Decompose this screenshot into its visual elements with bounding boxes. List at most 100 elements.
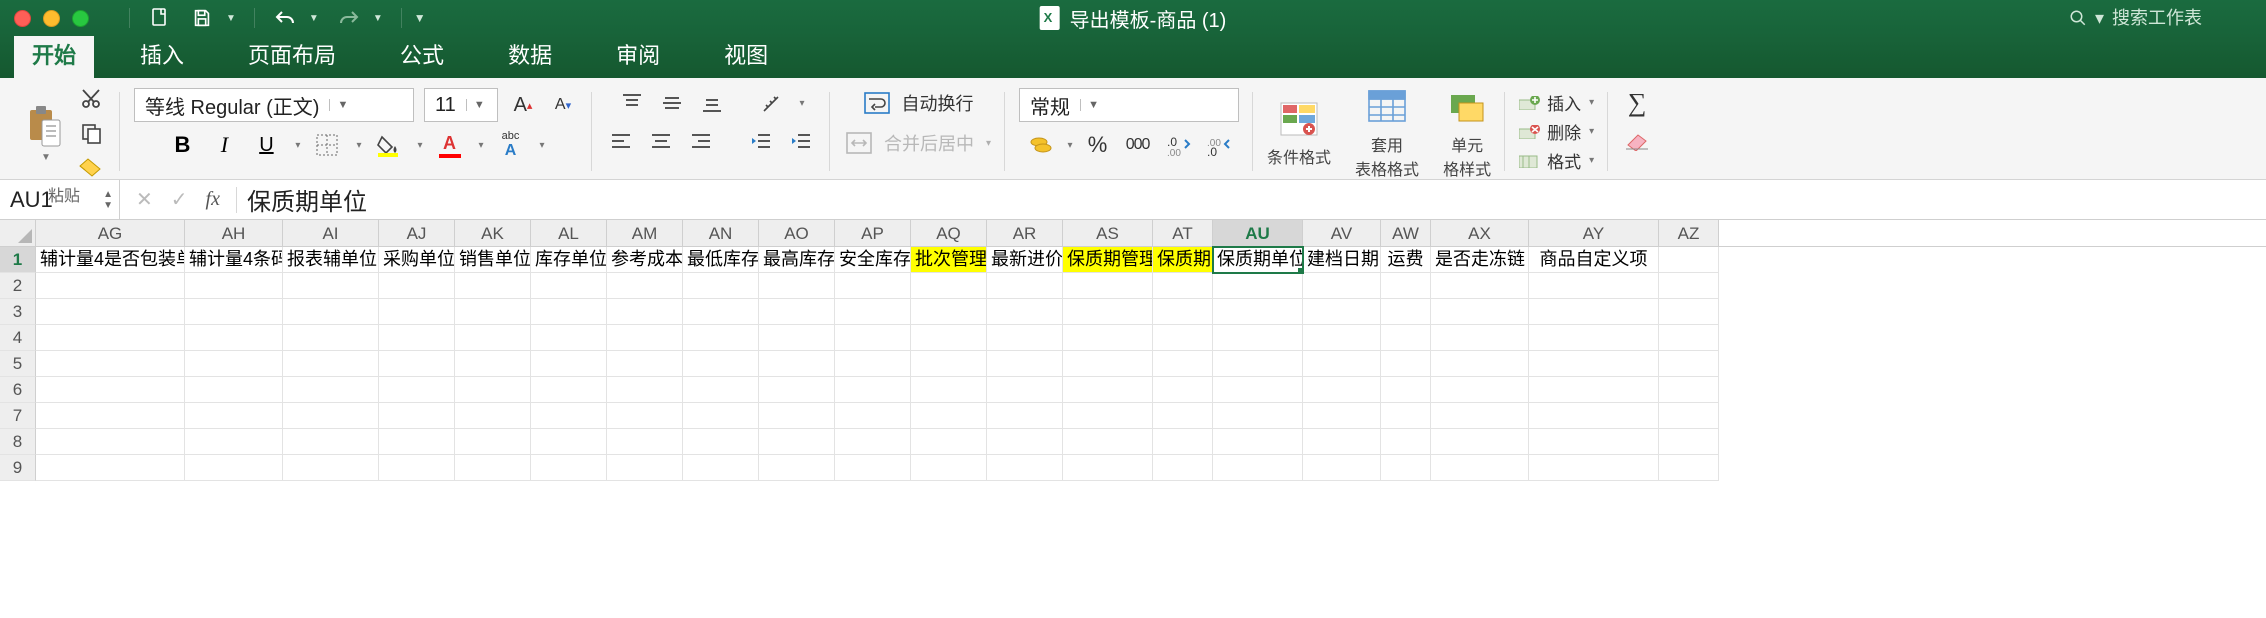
- cell-AI6[interactable]: [283, 377, 379, 403]
- number-format-combo[interactable]: 常规▼: [1019, 88, 1239, 122]
- cell-AJ7[interactable]: [379, 403, 455, 429]
- save-dropdown-icon[interactable]: ▼: [226, 13, 236, 24]
- cell-AU4[interactable]: [1213, 325, 1303, 351]
- cell-AQ5[interactable]: [911, 351, 987, 377]
- format-painter-icon[interactable]: [76, 152, 106, 182]
- column-header-AY[interactable]: AY: [1529, 220, 1659, 246]
- cell-AL6[interactable]: [531, 377, 607, 403]
- cell-AR3[interactable]: [987, 299, 1063, 325]
- column-header-AP[interactable]: AP: [835, 220, 911, 246]
- cell-AW3[interactable]: [1381, 299, 1431, 325]
- cell-AY1[interactable]: 商品自定义项: [1529, 247, 1659, 273]
- cell-AS7[interactable]: [1063, 403, 1153, 429]
- cell-AN8[interactable]: [683, 429, 759, 455]
- column-header-AW[interactable]: AW: [1381, 220, 1431, 246]
- column-header-AX[interactable]: AX: [1431, 220, 1529, 246]
- cell-AG1[interactable]: 辅计量4是否包装单位: [36, 247, 185, 273]
- cell-AN5[interactable]: [683, 351, 759, 377]
- cell-AR6[interactable]: [987, 377, 1063, 403]
- cell-AN2[interactable]: [683, 273, 759, 299]
- cell-AQ3[interactable]: [911, 299, 987, 325]
- cell-AQ4[interactable]: [911, 325, 987, 351]
- cell-AK4[interactable]: [455, 325, 531, 351]
- cell-AW2[interactable]: [1381, 273, 1431, 299]
- cell-AT4[interactable]: [1153, 325, 1213, 351]
- cell-AV5[interactable]: [1303, 351, 1381, 377]
- cell-AI2[interactable]: [283, 273, 379, 299]
- percent-icon[interactable]: %: [1083, 130, 1113, 160]
- cell-AV4[interactable]: [1303, 325, 1381, 351]
- cell-AM1[interactable]: 参考成本: [607, 247, 683, 273]
- currency-icon[interactable]: [1026, 130, 1056, 160]
- cell-AH8[interactable]: [185, 429, 283, 455]
- cell-AO6[interactable]: [759, 377, 835, 403]
- cell-AN4[interactable]: [683, 325, 759, 351]
- cell-AM2[interactable]: [607, 273, 683, 299]
- cell-AU6[interactable]: [1213, 377, 1303, 403]
- close-window-button[interactable]: [14, 10, 31, 27]
- cell-AM5[interactable]: [607, 351, 683, 377]
- cell-AQ9[interactable]: [911, 455, 987, 481]
- increase-indent-icon[interactable]: [786, 126, 816, 156]
- phonetic-button[interactable]: abcA: [496, 130, 526, 160]
- cell-AI1[interactable]: 报表辅单位: [283, 247, 379, 273]
- tab-formulas[interactable]: 公式: [382, 32, 462, 78]
- cell-AQ1[interactable]: 批次管理: [911, 247, 987, 273]
- cell-AR8[interactable]: [987, 429, 1063, 455]
- cell-AI3[interactable]: [283, 299, 379, 325]
- cell-AX1[interactable]: 是否走冻链: [1431, 247, 1529, 273]
- cell-AK6[interactable]: [455, 377, 531, 403]
- cell-AW5[interactable]: [1381, 351, 1431, 377]
- cell-AU7[interactable]: [1213, 403, 1303, 429]
- italic-button[interactable]: I: [209, 130, 239, 160]
- cell-AJ3[interactable]: [379, 299, 455, 325]
- cell-AK2[interactable]: [455, 273, 531, 299]
- cell-AY3[interactable]: [1529, 299, 1659, 325]
- borders-button[interactable]: [312, 130, 342, 160]
- cell-AP1[interactable]: 安全库存: [835, 247, 911, 273]
- column-header-AU[interactable]: AU: [1213, 220, 1303, 246]
- insert-cells-button[interactable]: 插入▾: [1519, 90, 1594, 115]
- cell-AT9[interactable]: [1153, 455, 1213, 481]
- wrap-text-label[interactable]: 自动换行: [902, 90, 974, 116]
- cell-AH9[interactable]: [185, 455, 283, 481]
- cell-AU5[interactable]: [1213, 351, 1303, 377]
- zoom-window-button[interactable]: [72, 10, 89, 27]
- format-as-table-button[interactable]: 套用 表格格式: [1355, 84, 1419, 180]
- cell-AT8[interactable]: [1153, 429, 1213, 455]
- align-right-icon[interactable]: [686, 126, 716, 156]
- cell-AH2[interactable]: [185, 273, 283, 299]
- column-header-AK[interactable]: AK: [455, 220, 531, 246]
- cell-AI9[interactable]: [283, 455, 379, 481]
- cell-AL2[interactable]: [531, 273, 607, 299]
- cell-AP3[interactable]: [835, 299, 911, 325]
- cell-AL1[interactable]: 库存单位: [531, 247, 607, 273]
- cell-AI4[interactable]: [283, 325, 379, 351]
- undo-icon[interactable]: [273, 6, 297, 30]
- column-header-AN[interactable]: AN: [683, 220, 759, 246]
- cell-AM3[interactable]: [607, 299, 683, 325]
- cell-AI8[interactable]: [283, 429, 379, 455]
- tab-page-layout[interactable]: 页面布局: [230, 32, 354, 78]
- cell-AO7[interactable]: [759, 403, 835, 429]
- minimize-window-button[interactable]: [43, 10, 60, 27]
- new-file-icon[interactable]: [148, 6, 172, 30]
- cell-AG2[interactable]: [36, 273, 185, 299]
- cell-AL9[interactable]: [531, 455, 607, 481]
- cell-AG9[interactable]: [36, 455, 185, 481]
- cell-AU9[interactable]: [1213, 455, 1303, 481]
- redo-dropdown-icon[interactable]: ▼: [373, 13, 383, 24]
- cell-AL3[interactable]: [531, 299, 607, 325]
- cell-AS3[interactable]: [1063, 299, 1153, 325]
- comma-icon[interactable]: 000: [1123, 130, 1153, 160]
- cell-AP4[interactable]: [835, 325, 911, 351]
- row-header-8[interactable]: 8: [0, 429, 36, 455]
- cell-AX9[interactable]: [1431, 455, 1529, 481]
- cell-AS5[interactable]: [1063, 351, 1153, 377]
- column-header-AR[interactable]: AR: [987, 220, 1063, 246]
- cell-AG8[interactable]: [36, 429, 185, 455]
- orientation-icon[interactable]: [757, 88, 787, 118]
- cell-AY6[interactable]: [1529, 377, 1659, 403]
- cell-AY9[interactable]: [1529, 455, 1659, 481]
- cell-AG3[interactable]: [36, 299, 185, 325]
